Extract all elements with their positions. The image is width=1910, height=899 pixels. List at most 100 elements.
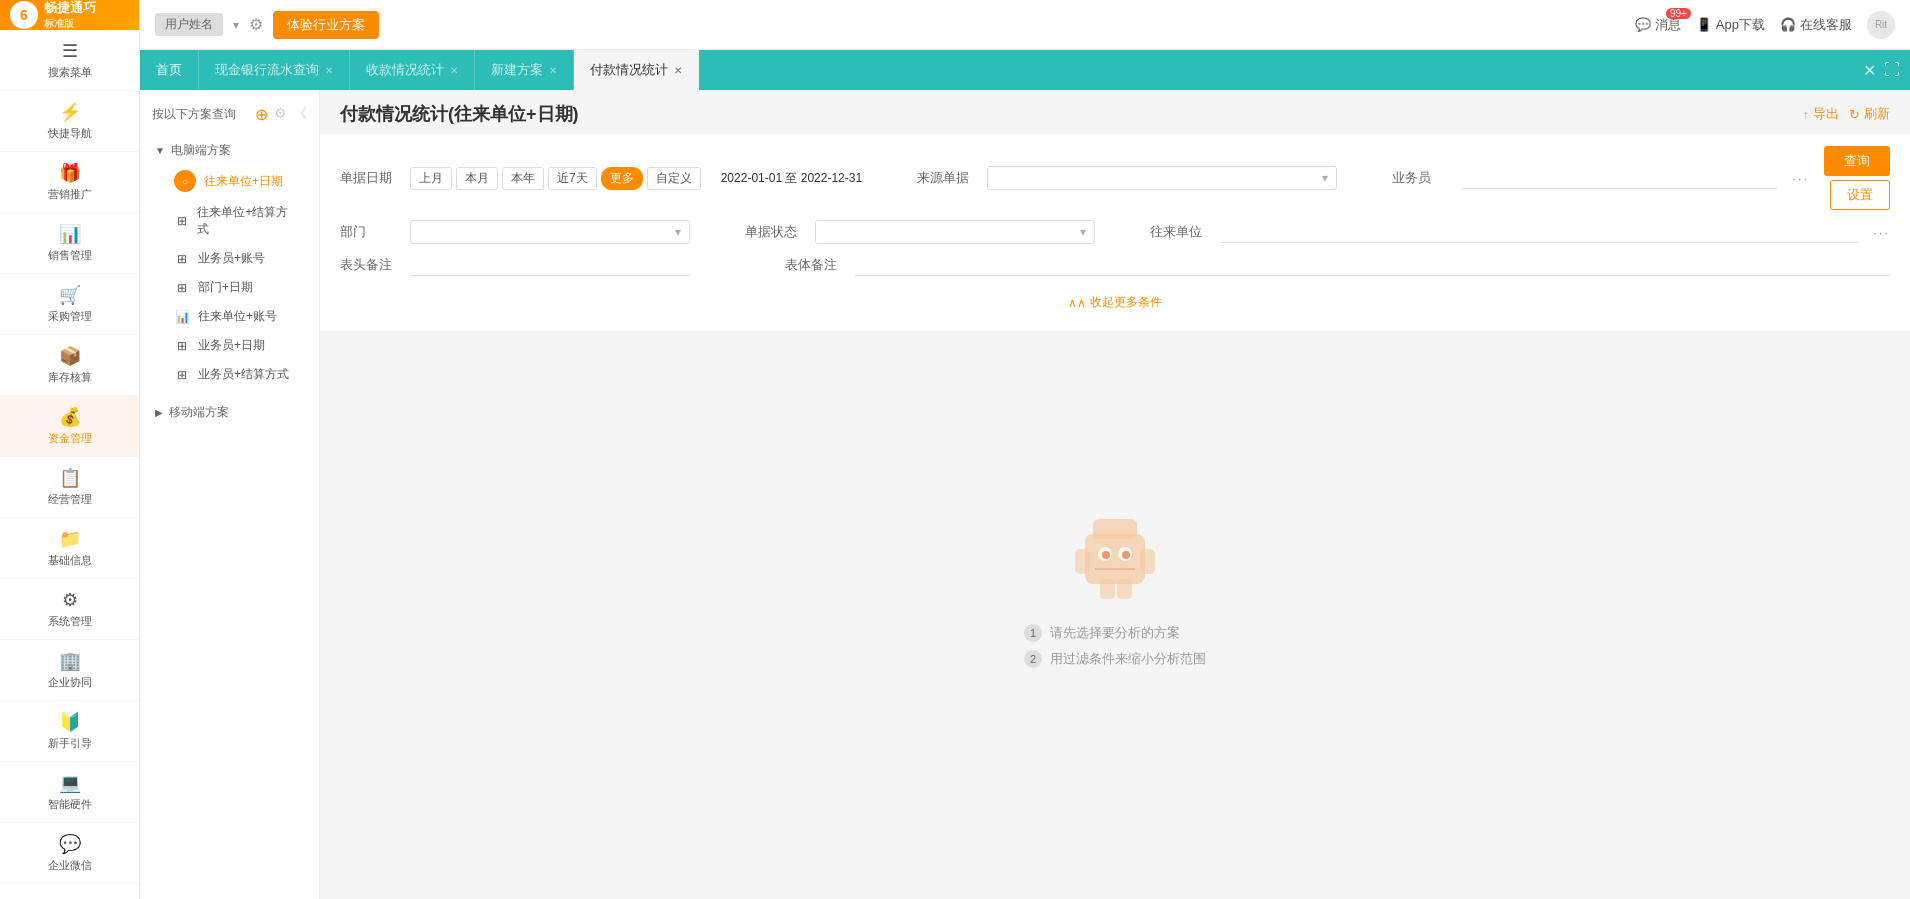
- nav-item-partner-date[interactable]: ○ 往来单位+日期: [150, 164, 309, 198]
- page-title: 付款情况统计(往来单位+日期): [340, 102, 579, 126]
- nav-item-salesman-settle[interactable]: ⊞ 业务员+结算方式: [150, 360, 309, 389]
- nav-item-partner-settle-label: 往来单位+结算方式: [197, 204, 297, 238]
- nav-item-partner-account-label: 往来单位+账号: [198, 308, 277, 325]
- sidebar-item-member[interactable]: ◇ 畅会员: [0, 884, 139, 899]
- topbar-right: 💬 消息 99+ 📱 App下载 🎧 在线客服 Rit: [1635, 11, 1895, 39]
- sales-icon: 📊: [59, 223, 81, 245]
- left-nav-title: 按以下方案查询 ⊕ ⚙ 《: [140, 100, 319, 132]
- table-header-note-label: 表头备注: [340, 256, 395, 274]
- svg-rect-4: [1117, 579, 1132, 599]
- mobile-section-header[interactable]: ▶ 移动端方案: [150, 399, 309, 426]
- doc-status-label: 单据状态: [745, 223, 800, 241]
- desktop-section-header[interactable]: ▼ 电脑端方案: [150, 137, 309, 164]
- export-icon: ↑: [1803, 107, 1810, 122]
- sidebar-item-sales[interactable]: 📊 销售管理: [0, 213, 139, 274]
- doc-status-select[interactable]: ▾: [815, 220, 1095, 244]
- left-nav-settings-btn[interactable]: ⚙: [274, 105, 287, 124]
- source-select[interactable]: ▾: [987, 166, 1337, 190]
- sidebar-item-guide[interactable]: 🔰 新手引导: [0, 701, 139, 762]
- tabbar: 首页 现金银行流水查询 ✕ 收款情况统计 ✕ 新建方案 ✕ 付款情况统计 ✕ ✕…: [140, 50, 1910, 90]
- filter-row-1: 单据日期 上月 本月 本年 近7天 更多 自定义 2022-01-01 至 20…: [340, 146, 1890, 210]
- topbar-settings-icon[interactable]: ⚙: [249, 15, 263, 34]
- tab-payment-stats-close[interactable]: ✕: [674, 65, 682, 76]
- tab-home[interactable]: 首页: [140, 50, 199, 90]
- app-download-btn[interactable]: 📱 App下载: [1696, 16, 1765, 34]
- online-service-btn[interactable]: 🎧 在线客服: [1780, 16, 1852, 34]
- partner-dots[interactable]: ···: [1873, 225, 1890, 240]
- sidebar-item-label: 基础信息: [48, 553, 92, 568]
- table-body-note-input[interactable]: [855, 254, 1890, 276]
- message-btn[interactable]: 💬 消息 99+: [1635, 16, 1681, 34]
- sidebar-item-label: 经营管理: [48, 492, 92, 507]
- sidebar-item-inventory[interactable]: 📦 库存核算: [0, 335, 139, 396]
- left-nav: 按以下方案查询 ⊕ ⚙ 《 ▼ 电脑端方案 ○ 往来单位+日期: [140, 90, 320, 899]
- sidebar-item-purchase[interactable]: 🛒 采购管理: [0, 274, 139, 335]
- sidebar-item-label: 企业微信: [48, 858, 92, 873]
- sidebar-item-marketing[interactable]: 🎁 营销推广: [0, 152, 139, 213]
- table-header-note-input[interactable]: [410, 254, 690, 276]
- svg-point-8: [1102, 551, 1110, 559]
- left-nav-add-btn[interactable]: ⊕: [255, 105, 268, 124]
- date-btn-custom[interactable]: 自定义: [647, 167, 701, 190]
- refresh-btn[interactable]: ↻ 刷新: [1849, 105, 1890, 123]
- tab-cash-flow[interactable]: 现金银行流水查询 ✕: [199, 50, 350, 90]
- sidebar-item-search-menu[interactable]: ☰ 搜索菜单: [0, 30, 139, 91]
- settings-btn[interactable]: 设置: [1830, 180, 1890, 210]
- tab-receivables[interactable]: 收款情况统计 ✕: [350, 50, 475, 90]
- tab-new-plan[interactable]: 新建方案 ✕: [475, 50, 574, 90]
- user-avatar[interactable]: Rit: [1867, 11, 1895, 39]
- sidebar-item-label: 营销推广: [48, 187, 92, 202]
- tab-payment-stats[interactable]: 付款情况统计 ✕: [574, 50, 699, 90]
- collapse-bar[interactable]: ∧∧ 收起更多条件: [340, 286, 1890, 319]
- source-label: 来源单据: [917, 169, 972, 187]
- export-btn[interactable]: ↑ 导出: [1803, 105, 1840, 123]
- empty-tip-1: 1 请先选择要分析的方案: [1024, 624, 1206, 642]
- topbar-dropdown-icon[interactable]: ▾: [233, 18, 239, 32]
- main-area: 用户姓名 ▾ ⚙ 体验行业方案 💬 消息 99+ 📱 App下载 🎧 在线客服 …: [140, 0, 1910, 899]
- date-range-text: 2022-01-01 至 2022-12-31: [721, 170, 862, 187]
- salesman-input[interactable]: [1462, 167, 1777, 189]
- dept-select[interactable]: ▾: [410, 220, 690, 244]
- system-icon: ⚙: [62, 589, 78, 611]
- industry-btn[interactable]: 体验行业方案: [273, 11, 379, 39]
- refresh-icon: ↻: [1849, 107, 1860, 122]
- nav-item-dept-date[interactable]: ⊞ 部门+日期: [150, 273, 309, 302]
- nav-item-salesman-date[interactable]: ⊞ 业务员+日期: [150, 331, 309, 360]
- tab-expand-btn[interactable]: ⛶: [1884, 61, 1900, 79]
- tab-new-plan-close[interactable]: ✕: [549, 65, 557, 76]
- svg-point-9: [1122, 551, 1130, 559]
- quick-nav-icon: ⚡: [59, 101, 81, 123]
- message-icon: 💬: [1635, 17, 1651, 32]
- nav-item-salesman-date-label: 业务员+日期: [198, 337, 265, 354]
- date-btn-this-year[interactable]: 本年: [502, 167, 544, 190]
- sidebar-item-finance[interactable]: 💰 资金管理: [0, 396, 139, 457]
- wechat-icon: 💬: [59, 833, 81, 855]
- salesman-dots[interactable]: ···: [1792, 171, 1809, 186]
- date-btn-last-month[interactable]: 上月: [410, 167, 452, 190]
- tab-close-all-btn[interactable]: ✕: [1863, 61, 1876, 80]
- nav-item-partner-settle[interactable]: ⊞ 往来单位+结算方式: [150, 198, 309, 244]
- date-btn-7days[interactable]: 近7天: [548, 167, 597, 190]
- page-header-actions: ↑ 导出 ↻ 刷新: [1803, 105, 1891, 123]
- nav-item-salesman-account[interactable]: ⊞ 业务员+账号: [150, 244, 309, 273]
- nav-item-partner-account[interactable]: 📊 往来单位+账号: [150, 302, 309, 331]
- sidebar-item-operation[interactable]: 📋 经营管理: [0, 457, 139, 518]
- sidebar-item-system[interactable]: ⚙ 系统管理: [0, 579, 139, 640]
- operation-icon: 📋: [59, 467, 81, 489]
- sidebar-item-basic-info[interactable]: 📁 基础信息: [0, 518, 139, 579]
- collapse-label: 收起更多条件: [1090, 294, 1162, 311]
- sidebar-item-enterprise[interactable]: 🏢 企业协同: [0, 640, 139, 701]
- date-btn-this-month[interactable]: 本月: [456, 167, 498, 190]
- query-btn[interactable]: 查询: [1824, 146, 1890, 176]
- sidebar-item-smart-hw[interactable]: 💻 智能硬件: [0, 762, 139, 823]
- sidebar-item-label: 企业协同: [48, 675, 92, 690]
- tab-cash-flow-close[interactable]: ✕: [325, 65, 333, 76]
- left-nav-collapse-btn[interactable]: 《: [293, 105, 307, 124]
- mobile-section: ▶ 移动端方案: [140, 394, 319, 431]
- partner-input[interactable]: [1220, 221, 1858, 243]
- sidebar-item-wechat[interactable]: 💬 企业微信: [0, 823, 139, 884]
- date-btn-more[interactable]: 更多: [601, 167, 643, 190]
- tab-receivables-close[interactable]: ✕: [450, 65, 458, 76]
- dept-label: 部门: [340, 223, 395, 241]
- sidebar-item-quick-nav[interactable]: ⚡ 快捷导航: [0, 91, 139, 152]
